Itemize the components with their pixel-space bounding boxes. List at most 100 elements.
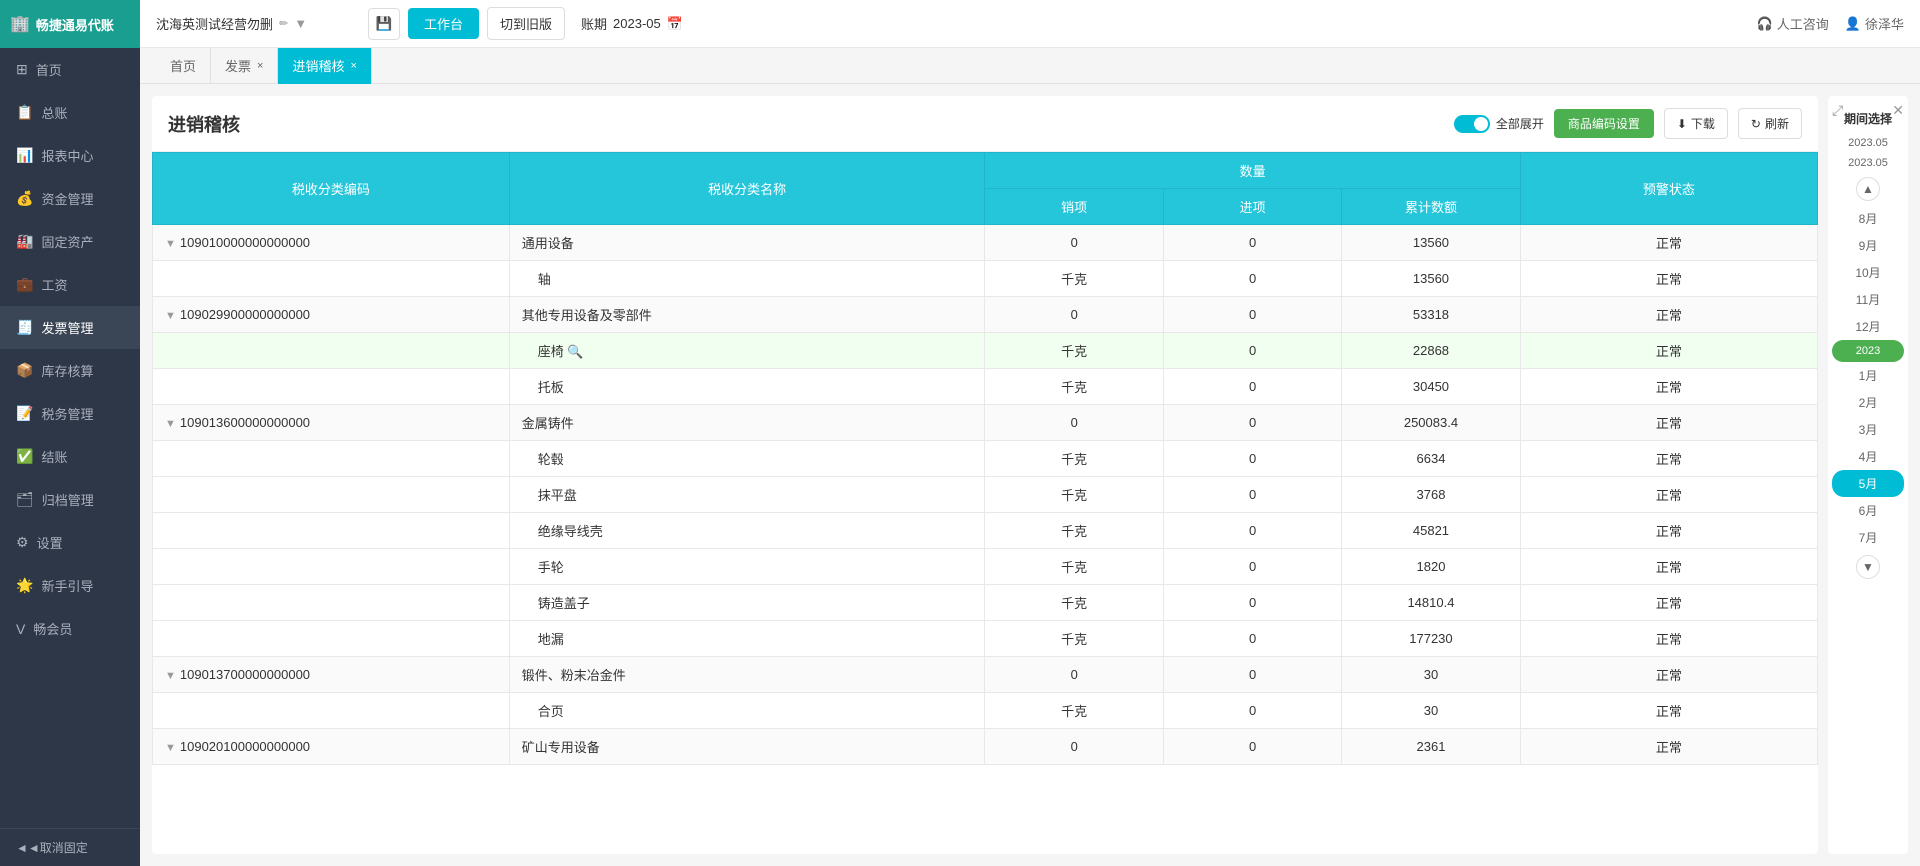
sidebar-item-tax[interactable]: 📝 税务管理 (0, 392, 140, 435)
expand-icon[interactable]: ▼ (165, 238, 176, 250)
th-total: 累计数额 (1342, 189, 1520, 225)
period-month[interactable]: 12月 (1832, 313, 1904, 340)
topbar: 沈海英测试经营勿删 ✏ ▼ 💾 工作台 切到旧版 账期 2023-05 📅 🎧 … (140, 0, 1920, 48)
row-status: 正常 (1520, 297, 1817, 333)
company-selector[interactable]: 沈海英测试经营勿删 ✏ ▼ (156, 14, 356, 33)
row-unit: 千克 (985, 477, 1163, 513)
expand-icon[interactable]: ▼ (165, 742, 176, 754)
tab-reconcile-close[interactable]: × (350, 60, 356, 72)
search-icon[interactable]: 🔍 (567, 344, 583, 359)
row-code: ▼109029900000000000 (153, 297, 510, 333)
sidebar-item-settings[interactable]: ⚙ 设置 (0, 521, 140, 564)
main-area: 沈海英测试经营勿删 ✏ ▼ 💾 工作台 切到旧版 账期 2023-05 📅 🎧 … (140, 0, 1920, 866)
sidebar-item-assets[interactable]: 🏭 固定资产 (0, 220, 140, 263)
user-icon: 👤 (1845, 16, 1861, 32)
sidebar-item-invoice[interactable]: 🧾 发票管理 (0, 306, 140, 349)
row-name: 锻件、粉末冶金件 (509, 657, 985, 693)
download-btn[interactable]: ⬇ 下载 (1664, 108, 1728, 139)
row-unit: 千克 (985, 369, 1163, 405)
sidebar-label-salary: 工资 (41, 275, 67, 294)
table-row: 地漏 千克 0 177230 正常 (153, 621, 1818, 657)
home-icon: ⊞ (16, 61, 28, 78)
row-unit: 千克 (985, 693, 1163, 729)
row-total: 30450 (1342, 369, 1520, 405)
tab-invoice[interactable]: 发票 × (211, 48, 278, 84)
row-name: 合页 (509, 693, 985, 729)
sidebar-label-closing: 结账 (41, 447, 67, 466)
sidebar-item-guide[interactable]: 🌟 新手引导 (0, 564, 140, 607)
row-name: 铸造盖子 (509, 585, 985, 621)
prev-year-btn[interactable]: ▲ (1856, 177, 1880, 201)
switch-version-button[interactable]: 切到旧版 (487, 7, 565, 40)
sidebar-unpin-btn[interactable]: ◄◄取消固定 (0, 828, 140, 866)
period-month[interactable]: 2023 (1832, 340, 1904, 362)
row-name: 其他专用设备及零部件 (509, 297, 985, 333)
period-month[interactable]: 5月 (1832, 470, 1904, 497)
table-row: 轴 千克 0 13560 正常 (153, 261, 1818, 297)
row-name: 矿山专用设备 (509, 729, 985, 765)
sidebar-item-report[interactable]: 📊 报表中心 (0, 134, 140, 177)
close-panel-icon[interactable]: ✕ (1892, 102, 1904, 119)
refresh-btn[interactable]: ↻ 刷新 (1738, 108, 1802, 139)
expand-panel-icon[interactable]: ⤢ (1832, 102, 1843, 119)
row-status: 正常 (1520, 225, 1817, 261)
toggle-track[interactable] (1454, 115, 1490, 133)
row-code: ▼109013600000000000 (153, 405, 510, 441)
sidebar-item-capital[interactable]: 💰 资金管理 (0, 177, 140, 220)
period-month[interactable]: 2月 (1832, 389, 1904, 416)
expand-icon[interactable]: ▼ (165, 418, 176, 430)
row-name: 地漏 (509, 621, 985, 657)
row-name: 通用设备 (509, 225, 985, 261)
tab-home[interactable]: 首页 (156, 48, 211, 84)
row-code (153, 441, 510, 477)
row-code: ▼109013700000000000 (153, 657, 510, 693)
expand-icon[interactable]: ▼ (165, 310, 176, 322)
period-month[interactable]: 8月 (1832, 205, 1904, 232)
row-total: 1820 (1342, 549, 1520, 585)
expand-all-toggle[interactable]: 全部展开 (1454, 115, 1544, 133)
product-code-btn[interactable]: 商品编码设置 (1554, 109, 1654, 138)
row-unit: 千克 (985, 585, 1163, 621)
sidebar-item-member[interactable]: V 畅会员 (0, 607, 140, 650)
period-month[interactable]: 4月 (1832, 443, 1904, 470)
next-year-btn[interactable]: ▼ (1856, 555, 1880, 579)
refresh-icon: ↻ (1751, 117, 1761, 131)
workbench-button[interactable]: 工作台 (408, 8, 479, 39)
row-code (153, 477, 510, 513)
row-status: 正常 (1520, 693, 1817, 729)
row-status: 正常 (1520, 621, 1817, 657)
expand-icon[interactable]: ▼ (165, 670, 176, 682)
capital-icon: 💰 (16, 190, 33, 207)
save-button[interactable]: 💾 (368, 8, 400, 40)
sidebar-item-archive[interactable]: 🗂 归档管理 (0, 478, 140, 521)
period-month[interactable]: 10月 (1832, 259, 1904, 286)
th-code: 税收分类编码 (153, 153, 510, 225)
tab-invoice-close[interactable]: × (257, 60, 263, 72)
sidebar-item-home[interactable]: ⊞ 首页 (0, 48, 140, 91)
tab-reconcile[interactable]: 进销稽核 × (278, 48, 371, 84)
right-panel: ✕ ⤢ 期间选择 2023.05 2023.05 ▲ 8月9月10月11月12月… (1828, 96, 1908, 854)
row-name: 金属铸件 (509, 405, 985, 441)
period-month[interactable]: 7月 (1832, 524, 1904, 551)
logo-text: 畅捷通易代账 (36, 15, 114, 34)
period-month[interactable]: 11月 (1832, 286, 1904, 313)
table-row: 铸造盖子 千克 0 14810.4 正常 (153, 585, 1818, 621)
refresh-label: 刷新 (1765, 115, 1789, 132)
row-status: 正常 (1520, 585, 1817, 621)
report-icon: 📊 (16, 147, 33, 164)
service-btn[interactable]: 🎧 人工咨询 (1757, 14, 1829, 33)
sidebar-item-salary[interactable]: 💼 工资 (0, 263, 140, 306)
period-month[interactable]: 9月 (1832, 232, 1904, 259)
period-month[interactable]: 1月 (1832, 362, 1904, 389)
calendar-icon[interactable]: 📅 (667, 16, 683, 32)
sidebar-item-inventory[interactable]: 📦 库存核算 (0, 349, 140, 392)
period-month[interactable]: 3月 (1832, 416, 1904, 443)
period-month[interactable]: 6月 (1832, 497, 1904, 524)
user-menu[interactable]: 👤 徐泽华 (1845, 14, 1904, 33)
sidebar-item-ledger[interactable]: 📋 总账 (0, 91, 140, 134)
sidebar-item-closing[interactable]: ✅ 结账 (0, 435, 140, 478)
logo-icon: 🏢 (10, 14, 30, 34)
row-total: 250083.4 (1342, 405, 1520, 441)
row-code (153, 333, 510, 369)
row-code (153, 369, 510, 405)
